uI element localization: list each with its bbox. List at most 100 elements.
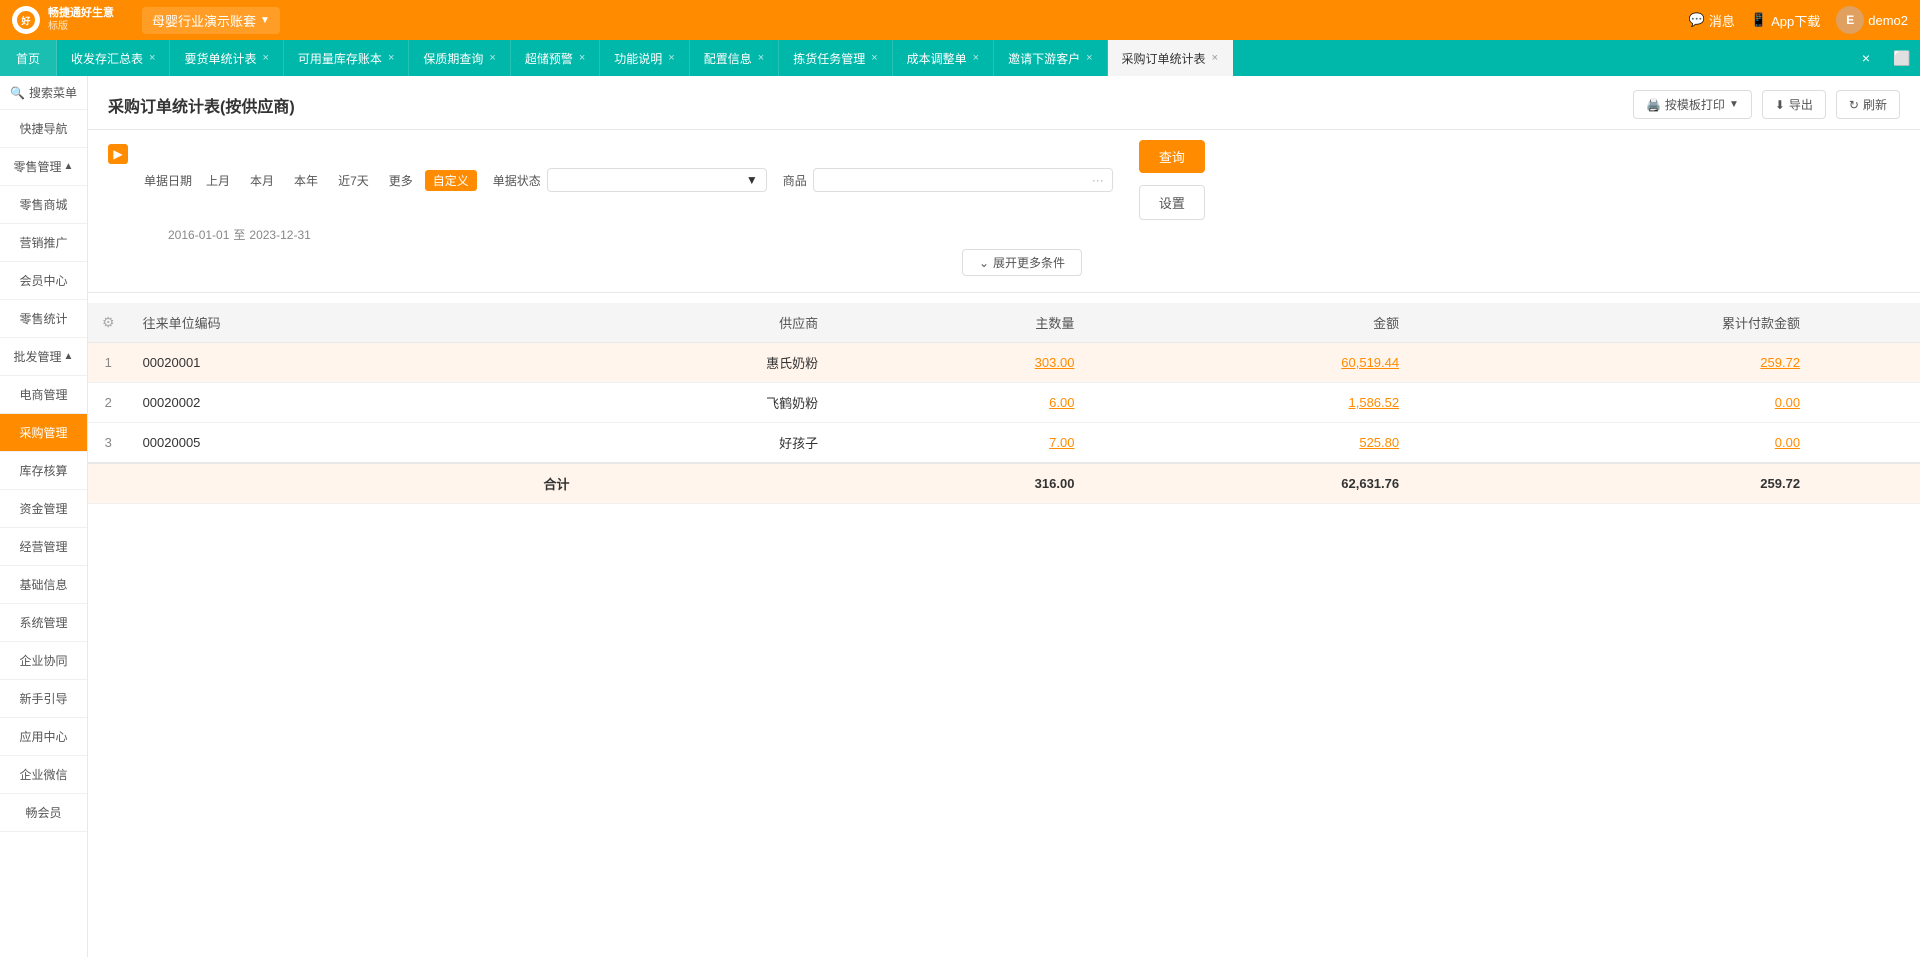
row3-qty-link[interactable]: 7.00 xyxy=(1049,435,1074,450)
nav-expand-btn[interactable]: ⬜ xyxy=(1884,40,1920,76)
date-shortcuts: 上月 本月 本年 近7天 更多 自定义 xyxy=(198,170,477,191)
sidebar-item-member[interactable]: 会员中心 xyxy=(0,262,87,300)
shortcut-this-month[interactable]: 本月 xyxy=(242,170,282,191)
sidebar-item-appcenter[interactable]: 应用中心 xyxy=(0,718,87,756)
date-to: 2023-12-31 xyxy=(249,228,310,242)
message-btn[interactable]: 💬 消息 xyxy=(1689,11,1735,30)
th-checkbox: ⚙ xyxy=(88,303,129,343)
sidebar-item-sys-mgmt[interactable]: 系统管理 xyxy=(0,604,87,642)
shortcut-last-month[interactable]: 上月 xyxy=(198,170,238,191)
custom-date-tag[interactable]: 自定义 xyxy=(425,170,477,191)
sidebar-item-retail-mall[interactable]: 零售商城 xyxy=(0,186,87,224)
shortcut-7days[interactable]: 近7天 xyxy=(330,170,377,191)
wechat-label: 企业微信 xyxy=(19,768,67,782)
th-supplier: 供应商 xyxy=(530,303,833,343)
tab-jianhuo[interactable]: 拣货任务管理 × xyxy=(779,40,892,76)
page-title: 采购订单统计表(按供应商) xyxy=(108,93,295,117)
sidebar-item-inventory[interactable]: 库存核算 xyxy=(0,452,87,490)
sidebar-item-retail-mgmt[interactable]: 零售管理 ▲ xyxy=(0,148,87,186)
tab-caigou-active[interactable]: 采购订单统计表 × xyxy=(1108,40,1233,76)
user-avatar[interactable]: E demo2 xyxy=(1836,6,1908,34)
shortcut-this-year[interactable]: 本年 xyxy=(286,170,326,191)
th-qty: 主数量 xyxy=(832,303,1088,343)
tab-caigou-close[interactable]: × xyxy=(1212,52,1218,64)
purchase-label: 采购管理 xyxy=(19,426,67,440)
app-label: App下载 xyxy=(1771,11,1820,30)
sidebar-item-marketing[interactable]: 营销推广 xyxy=(0,224,87,262)
tab-peizhi-label: 配置信息 xyxy=(704,50,752,67)
logo-icon: 好 xyxy=(12,6,40,34)
tab-jianhuo-close[interactable]: × xyxy=(871,52,877,64)
tab-invite-close[interactable]: × xyxy=(1086,52,1092,64)
settings-btn[interactable]: 设置 xyxy=(1139,185,1205,220)
tab-chengben[interactable]: 成本调整单 × xyxy=(893,40,994,76)
search-menu-btn[interactable]: 🔍 搜索菜单 xyxy=(0,76,87,110)
tab-yaohuo-close[interactable]: × xyxy=(262,52,268,64)
expand-more-btn[interactable]: ⌄ 展开更多条件 xyxy=(962,249,1082,276)
tab-gongneng[interactable]: 功能说明 × xyxy=(600,40,689,76)
tab-gongneng-close[interactable]: × xyxy=(668,52,674,64)
sidebar-item-retail-stats[interactable]: 零售统计 xyxy=(0,300,87,338)
export-btn[interactable]: ⬇ 导出 xyxy=(1762,90,1826,119)
app-download-btn[interactable]: 📱 App下载 xyxy=(1751,11,1820,30)
enterprise-label: 企业协同 xyxy=(19,654,67,668)
sidebar-item-vip[interactable]: 畅会员 xyxy=(0,794,87,832)
sidebar-item-operations[interactable]: 经营管理 xyxy=(0,528,87,566)
tab-peizhi[interactable]: 配置信息 × xyxy=(690,40,779,76)
filter-collapse-btn[interactable]: ▶ xyxy=(108,144,128,164)
row2-qty-link[interactable]: 6.00 xyxy=(1049,395,1074,410)
tab-chaochu-close[interactable]: × xyxy=(579,52,585,64)
row2-amount-link[interactable]: 1,586.52 xyxy=(1349,395,1400,410)
sidebar-item-enterprise[interactable]: 企业协同 xyxy=(0,642,87,680)
table-container: ⚙ 往来单位编码 供应商 主数量 金额 xyxy=(88,293,1920,957)
row3-amount-link[interactable]: 525.80 xyxy=(1359,435,1399,450)
tab-home[interactable]: 首页 xyxy=(0,40,57,76)
row3-paid-link[interactable]: 0.00 xyxy=(1775,435,1800,450)
row1-paid: 259.72 xyxy=(1413,343,1814,383)
tab-keyongliang[interactable]: 可用量库存账本 × xyxy=(284,40,409,76)
row1-amount-link[interactable]: 60,519.44 xyxy=(1341,355,1399,370)
row2-code: 00020002 xyxy=(129,383,530,423)
status-select[interactable]: ▼ xyxy=(547,168,767,192)
column-settings-icon[interactable]: ⚙ xyxy=(102,314,115,330)
sidebar-item-newguide[interactable]: 新手引导 xyxy=(0,680,87,718)
sidebar-item-ecommerce[interactable]: 电商管理 xyxy=(0,376,87,414)
query-btn[interactable]: 查询 xyxy=(1139,140,1205,173)
row1-paid-link[interactable]: 259.72 xyxy=(1760,355,1800,370)
tab-keyongliang-close[interactable]: × xyxy=(388,52,394,64)
goods-more-icon: ··· xyxy=(1092,173,1104,187)
sidebar-item-wechat[interactable]: 企业微信 xyxy=(0,756,87,794)
tab-baozhi[interactable]: 保质期查询 × xyxy=(409,40,510,76)
vip-label: 畅会员 xyxy=(25,806,61,820)
sidebar-item-purchase[interactable]: 采购管理 xyxy=(0,414,87,452)
tab-baozhi-close[interactable]: × xyxy=(489,52,495,64)
member-label: 会员中心 xyxy=(19,274,67,288)
status-filter: 单据状态 ▼ xyxy=(493,168,767,192)
tab-invite[interactable]: 邀请下游客户 × xyxy=(994,40,1107,76)
retail-mall-label: 零售商城 xyxy=(19,198,67,212)
search-icon: 🔍 xyxy=(10,86,25,100)
row2-paid-link[interactable]: 0.00 xyxy=(1775,395,1800,410)
sidebar-item-quicknav[interactable]: 快捷导航 xyxy=(0,110,87,148)
refresh-btn[interactable]: ↻ 刷新 xyxy=(1836,90,1900,119)
goods-input[interactable]: ··· xyxy=(813,168,1113,192)
status-select-icon: ▼ xyxy=(746,173,758,187)
print-template-btn[interactable]: 🖨️ 按模板打印 ▼ xyxy=(1633,90,1752,119)
sidebar-item-finance[interactable]: 资金管理 xyxy=(0,490,87,528)
date-range-display: 2016-01-01 至 2023-12-31 xyxy=(144,226,1900,243)
row3-qty: 7.00 xyxy=(832,423,1088,464)
tab-yaohuo[interactable]: 要货单统计表 × xyxy=(170,40,283,76)
tab-chaochu[interactable]: 超储预警 × xyxy=(511,40,600,76)
sidebar-item-basic-info[interactable]: 基础信息 xyxy=(0,566,87,604)
tab-chengben-close[interactable]: × xyxy=(973,52,979,64)
nav-close-btn[interactable]: × xyxy=(1848,40,1884,76)
workspace-selector[interactable]: 母婴行业演示账套 ▼ xyxy=(142,7,280,34)
tab-peizhi-close[interactable]: × xyxy=(758,52,764,64)
shortcut-more[interactable]: 更多 xyxy=(381,170,421,191)
row1-qty-link[interactable]: 303.00 xyxy=(1035,355,1075,370)
refresh-label: 刷新 xyxy=(1863,96,1887,113)
th-code: 往来单位编码 xyxy=(129,303,530,343)
tab-shoufacun[interactable]: 收发存汇总表 × xyxy=(57,40,170,76)
tab-shoufacun-close[interactable]: × xyxy=(149,52,155,64)
sidebar-item-wholesale[interactable]: 批发管理 ▲ xyxy=(0,338,87,376)
